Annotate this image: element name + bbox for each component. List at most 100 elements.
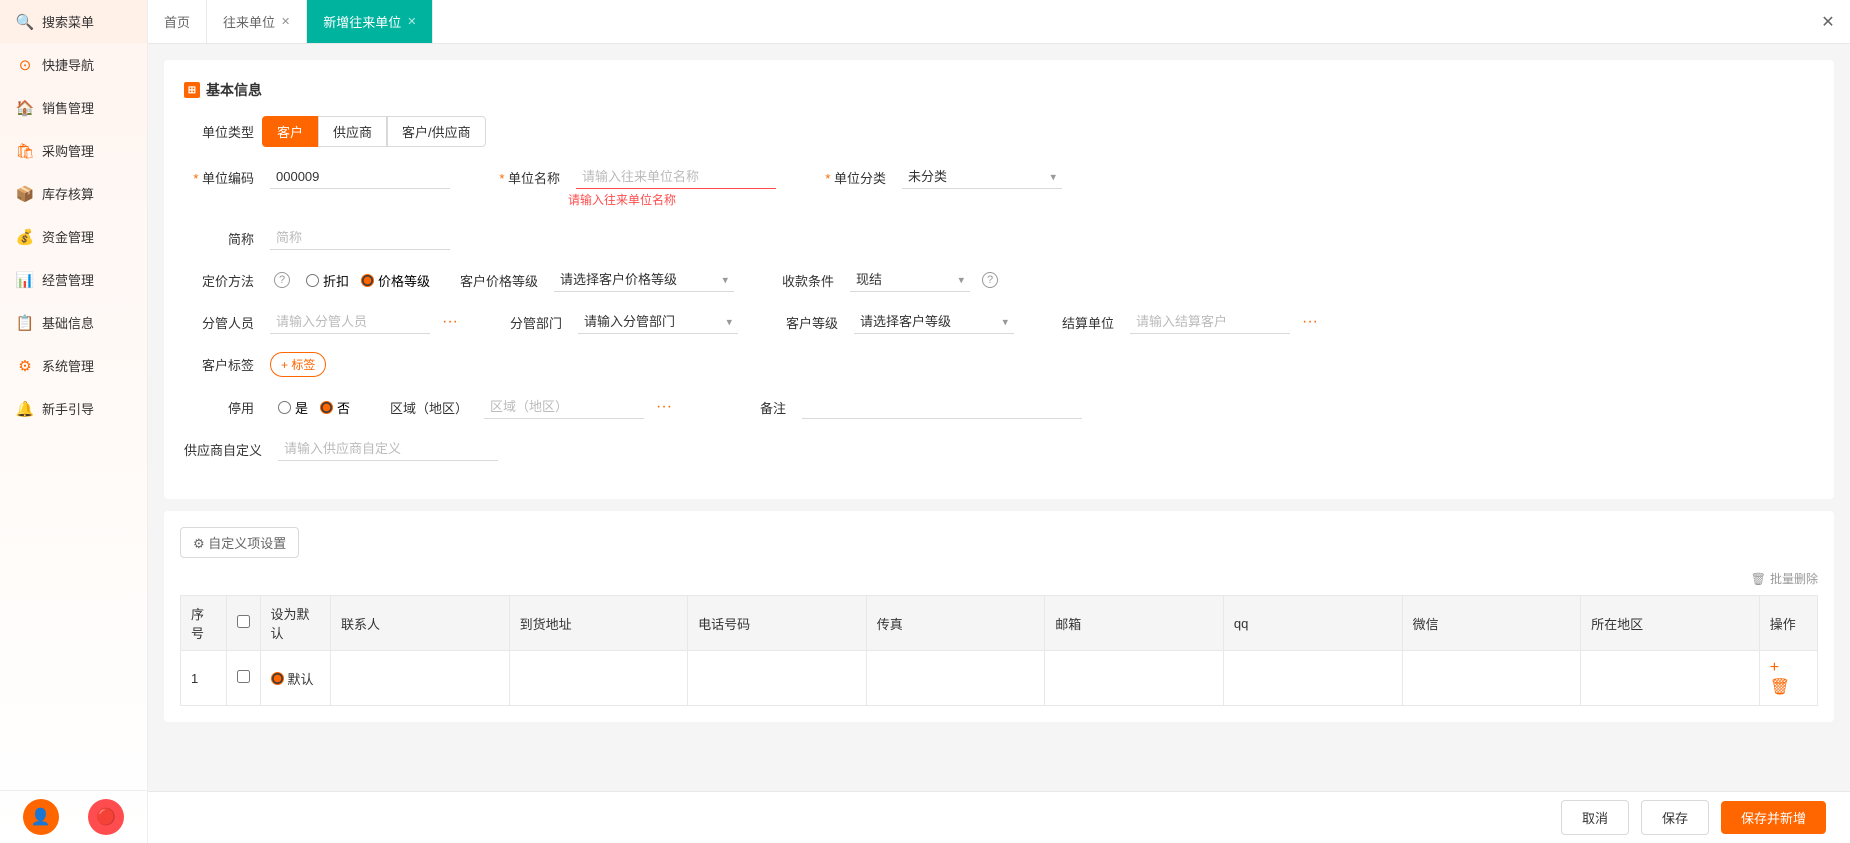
row-fax[interactable]	[866, 651, 1045, 706]
qq-input[interactable]	[1234, 671, 1392, 686]
pricing-radio-group: 折扣 价格等级	[306, 271, 430, 290]
row-wechat[interactable]	[1402, 651, 1581, 706]
row-email[interactable]	[1045, 651, 1224, 706]
sidebar-bottom: 👤 🔴	[0, 790, 147, 843]
window-close-button[interactable]: ✕	[1806, 0, 1850, 44]
abbr-label: 简称	[184, 229, 254, 248]
col-phone: 电话号码	[688, 596, 867, 651]
radio-no[interactable]: 否	[320, 398, 350, 417]
unit-category-select[interactable]: 未分类	[902, 165, 1062, 189]
customer-level-select[interactable]: 请选择客户等级	[854, 310, 1014, 334]
payment-help-icon[interactable]: ?	[982, 272, 998, 288]
remark-item: 备注	[716, 395, 1082, 419]
unit-code-item: 单位编码	[184, 165, 450, 189]
unit-name-input[interactable]	[576, 165, 776, 189]
address-input[interactable]	[520, 671, 678, 686]
unit-type-row: 单位类型 客户 供应商 客户/供应商	[184, 116, 1814, 147]
payment-terms-select[interactable]: 现结	[850, 268, 970, 292]
list-icon: 📋	[16, 314, 34, 332]
add-tag-button[interactable]: + 标签	[270, 352, 326, 377]
unit-type-label: 单位类型	[184, 122, 254, 141]
notification-btn[interactable]: 🔴	[88, 799, 124, 835]
tab-new-partner[interactable]: 新增往来单位 ✕	[307, 0, 433, 43]
sidebar-item-basic[interactable]: 📋 基础信息	[0, 301, 147, 344]
row-contact[interactable]	[331, 651, 510, 706]
btn-supplier[interactable]: 供应商	[318, 116, 387, 147]
col-wechat: 微信	[1402, 596, 1581, 651]
sidebar-item-inventory[interactable]: 📦 库存核算	[0, 172, 147, 215]
department-item: 分管部门 请输入分管部门	[492, 310, 738, 334]
unit-name-item: 单位名称 请输入往来单位名称	[490, 165, 776, 208]
btn-both[interactable]: 客户/供应商	[387, 116, 486, 147]
col-contact: 联系人	[331, 596, 510, 651]
row-add-icon[interactable]: +	[1770, 659, 1779, 676]
supervisor-input[interactable]	[270, 310, 430, 334]
radio-price-level[interactable]: 价格等级	[361, 271, 430, 290]
sidebar-item-newbie[interactable]: 🔔 新手引导	[0, 387, 147, 430]
sidebar-item-finance[interactable]: 💰 资金管理	[0, 215, 147, 258]
row-checkbox-input[interactable]	[237, 670, 250, 683]
cancel-button[interactable]: 取消	[1561, 800, 1629, 835]
region-dots-btn[interactable]: ···	[652, 398, 676, 416]
area-input[interactable]	[1591, 671, 1749, 686]
sidebar-item-quicknav[interactable]: ⊙ 快捷导航	[0, 43, 147, 86]
fax-input[interactable]	[877, 671, 1035, 686]
save-button[interactable]: 保存	[1641, 800, 1709, 835]
abbr-input[interactable]	[270, 226, 450, 250]
department-select[interactable]: 请输入分管部门	[578, 310, 738, 334]
unit-code-label: 单位编码	[184, 168, 254, 187]
tab-new-partner-close[interactable]: ✕	[407, 15, 416, 28]
select-all-checkbox[interactable]	[237, 615, 250, 628]
row-qq[interactable]	[1223, 651, 1402, 706]
row-default: 默认	[260, 651, 331, 706]
phone-input[interactable]	[698, 671, 856, 686]
contacts-table: 序号 设为默认 联系人 到货地址 电话号码 传真 邮箱 qq 微信 所在地区 操…	[180, 595, 1818, 706]
region-input[interactable]	[484, 395, 644, 419]
batch-delete-button[interactable]: 🗑 批量删除	[1751, 570, 1818, 587]
bell-icon: 🔔	[16, 400, 34, 418]
sidebar-item-system[interactable]: ⚙ 系统管理	[0, 344, 147, 387]
wechat-input[interactable]	[1413, 671, 1571, 686]
row-address[interactable]	[509, 651, 688, 706]
main-area: 首页 往来单位 ✕ 新增往来单位 ✕ ✕ ⊞ 基本信息 单位类型 客户	[148, 0, 1850, 843]
settlement-input[interactable]	[1130, 310, 1290, 334]
remark-label: 备注	[716, 398, 786, 417]
btn-customer[interactable]: 客户	[262, 116, 318, 147]
row-delete-icon[interactable]: 🗑	[1770, 679, 1790, 696]
disabled-row: 停用 是 否 区域（地区） ··· 备	[184, 395, 1814, 419]
contact-input[interactable]	[341, 671, 499, 686]
save-new-button[interactable]: 保存并新增	[1721, 801, 1826, 834]
row-phone[interactable]	[688, 651, 867, 706]
chart-icon: 📊	[16, 271, 34, 289]
row-default-radio[interactable]: 默认	[271, 669, 321, 688]
shop-icon: 🏠	[16, 99, 34, 117]
delete-icon: 🗑	[1751, 572, 1766, 586]
sidebar-item-sales[interactable]: 🏠 销售管理	[0, 86, 147, 129]
radio-yes[interactable]: 是	[278, 398, 308, 417]
row-area[interactable]	[1581, 651, 1760, 706]
pricing-help-icon[interactable]: ?	[274, 272, 290, 288]
sidebar-item-search[interactable]: 🔍 搜索菜单	[0, 0, 147, 43]
radio-discount[interactable]: 折扣	[306, 271, 349, 290]
footer: 取消 保存 保存并新增	[148, 791, 1850, 843]
supplier-custom-input[interactable]	[278, 437, 498, 461]
customer-level-wrapper: 请选择客户等级	[854, 310, 1014, 334]
tab-home[interactable]: 首页	[148, 0, 207, 43]
customer-tag-label: 客户标签	[184, 355, 254, 374]
remark-input[interactable]	[802, 395, 1082, 419]
email-input[interactable]	[1055, 671, 1213, 686]
col-address: 到货地址	[509, 596, 688, 651]
unit-code-input[interactable]	[270, 165, 450, 189]
tab-partners-close[interactable]: ✕	[281, 15, 290, 28]
sidebar-item-operation[interactable]: 📊 经营管理	[0, 258, 147, 301]
tab-partners[interactable]: 往来单位 ✕	[207, 0, 307, 43]
sidebar-item-purchase[interactable]: 🛍 采购管理	[0, 129, 147, 172]
pricing-method-item: 定价方法 ? 折扣 价格等级	[184, 271, 430, 290]
home-icon: ⊙	[16, 56, 34, 74]
customer-price-level-select[interactable]: 请选择客户价格等级	[554, 268, 734, 292]
customer-price-level-label: 客户价格等级	[460, 271, 538, 290]
supervisor-dots-btn[interactable]: ···	[438, 313, 462, 331]
custom-settings-button[interactable]: ⚙ 自定义项设置	[180, 527, 299, 558]
user-avatar[interactable]: 👤	[23, 799, 59, 835]
settlement-dots-btn[interactable]: ···	[1298, 313, 1322, 331]
